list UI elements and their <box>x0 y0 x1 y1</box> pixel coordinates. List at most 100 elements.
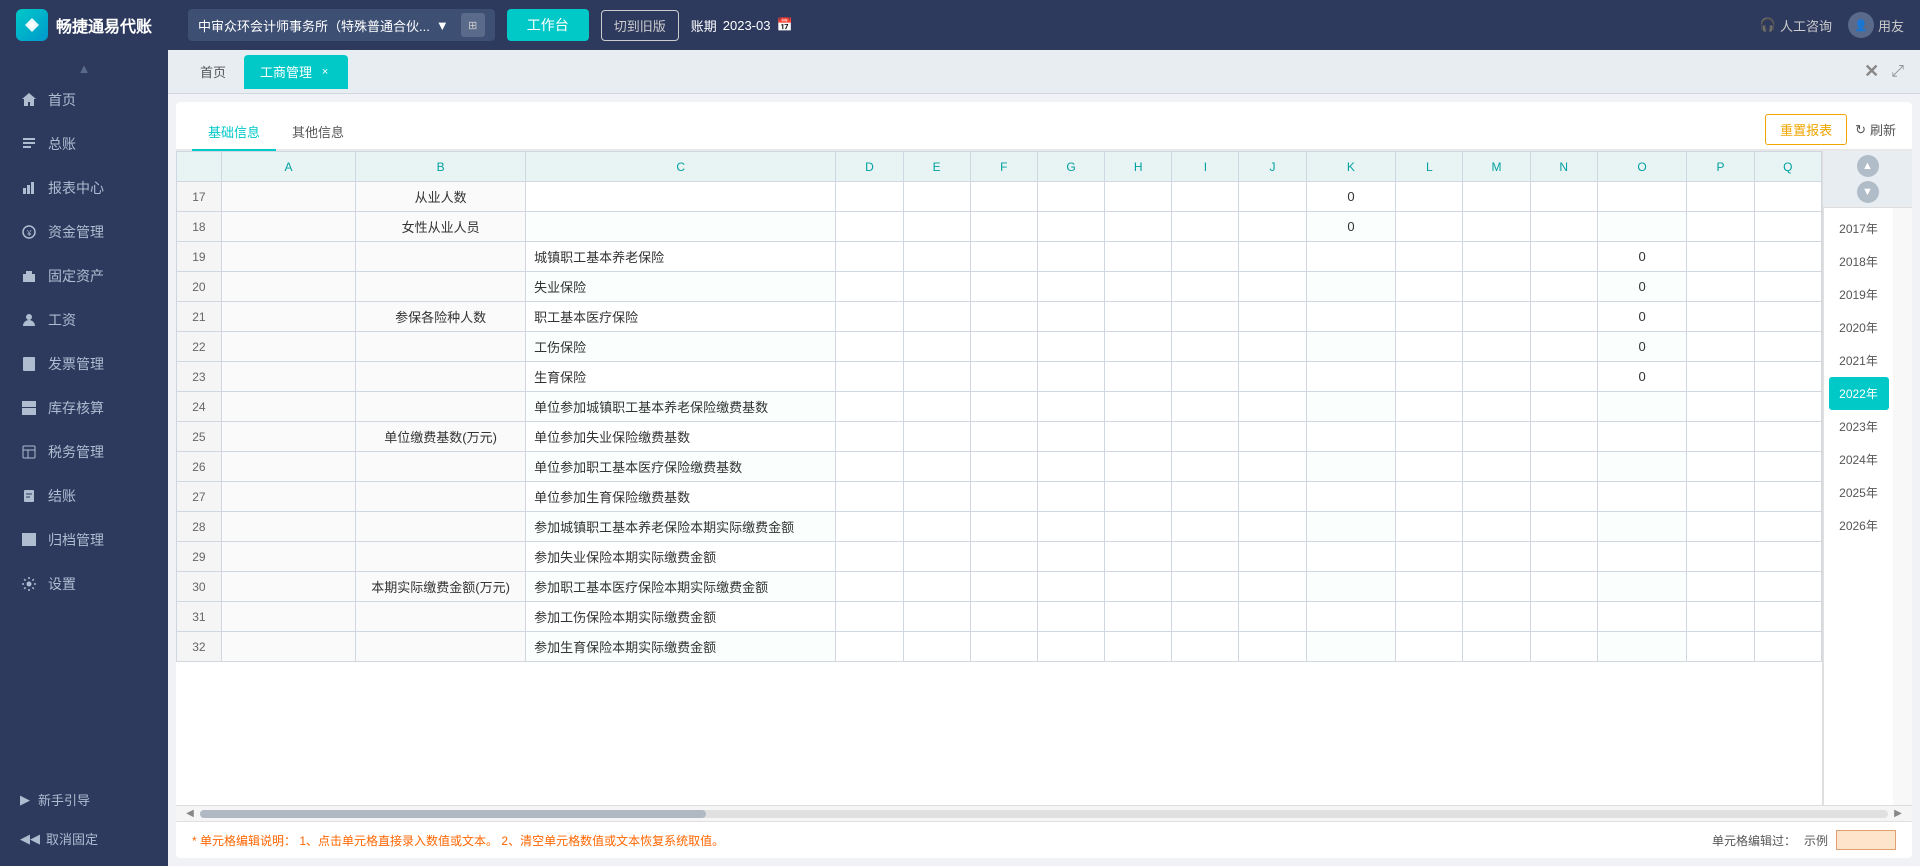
cell-d[interactable] <box>836 632 903 662</box>
cell-g[interactable] <box>1037 512 1104 542</box>
cell-i[interactable] <box>1172 512 1239 542</box>
cell-h[interactable] <box>1105 512 1172 542</box>
cell-m[interactable] <box>1463 302 1530 332</box>
cell-j[interactable] <box>1239 362 1306 392</box>
cell-c[interactable]: 单位参加城镇职工基本养老保险缴费基数 <box>526 392 836 422</box>
cell-l[interactable] <box>1396 542 1463 572</box>
cell-o[interactable]: 0 <box>1597 332 1687 362</box>
cell-p[interactable] <box>1687 452 1754 482</box>
cell-i[interactable] <box>1172 602 1239 632</box>
year-item[interactable]: 2026年 <box>1829 509 1889 542</box>
cell-p[interactable] <box>1687 182 1754 212</box>
cell-q[interactable] <box>1754 632 1821 662</box>
cell-c[interactable]: 单位参加职工基本医疗保险缴费基数 <box>526 452 836 482</box>
cell-h[interactable] <box>1105 542 1172 572</box>
cell-c[interactable] <box>526 182 836 212</box>
cell-a[interactable] <box>221 302 355 332</box>
cell-h[interactable] <box>1105 332 1172 362</box>
cell-e[interactable] <box>903 182 970 212</box>
cell-c[interactable]: 参加生育保险本期实际缴费金额 <box>526 632 836 662</box>
cell-h[interactable] <box>1105 182 1172 212</box>
cell-f[interactable] <box>970 332 1037 362</box>
cell-g[interactable] <box>1037 272 1104 302</box>
cell-n[interactable] <box>1530 182 1597 212</box>
cell-i[interactable] <box>1172 482 1239 512</box>
cell-f[interactable] <box>970 302 1037 332</box>
cell-k[interactable] <box>1306 422 1396 452</box>
cell-n[interactable] <box>1530 272 1597 302</box>
cell-e[interactable] <box>903 302 970 332</box>
cell-g[interactable] <box>1037 482 1104 512</box>
cell-k[interactable] <box>1306 512 1396 542</box>
company-selector[interactable]: 中审众环会计师事务所（特殊普通合伙... ▼ ⊞ <box>188 9 495 41</box>
cell-f[interactable] <box>970 272 1037 302</box>
switch-version-button[interactable]: 切到旧版 <box>601 10 679 41</box>
cell-o[interactable] <box>1597 212 1687 242</box>
cell-i[interactable] <box>1172 302 1239 332</box>
window-close-icon[interactable]: ✕ <box>1864 61 1879 82</box>
year-item[interactable]: 2019年 <box>1829 278 1889 311</box>
year-item[interactable]: 2021年 <box>1829 344 1889 377</box>
cell-a[interactable] <box>221 362 355 392</box>
cell-e[interactable] <box>903 422 970 452</box>
cell-a[interactable] <box>221 182 355 212</box>
service-button[interactable]: 🎧 人工咨询 <box>1760 16 1832 35</box>
cell-q[interactable] <box>1754 362 1821 392</box>
cell-q[interactable] <box>1754 272 1821 302</box>
cell-q[interactable] <box>1754 602 1821 632</box>
cell-o[interactable] <box>1597 482 1687 512</box>
year-item[interactable]: 2024年 <box>1829 443 1889 476</box>
cell-e[interactable] <box>903 272 970 302</box>
cell-b[interactable] <box>356 632 526 662</box>
cell-j[interactable] <box>1239 272 1306 302</box>
cell-f[interactable] <box>970 632 1037 662</box>
year-item[interactable]: 2017年 <box>1829 212 1889 245</box>
cell-p[interactable] <box>1687 362 1754 392</box>
year-item[interactable]: 2022年 <box>1829 377 1889 410</box>
cell-h[interactable] <box>1105 452 1172 482</box>
cell-h[interactable] <box>1105 362 1172 392</box>
cell-b[interactable]: 女性从业人员 <box>356 212 526 242</box>
sidebar-item-reports[interactable]: 报表中心 <box>0 166 168 210</box>
cell-j[interactable] <box>1239 482 1306 512</box>
cell-k[interactable] <box>1306 572 1396 602</box>
cell-l[interactable] <box>1396 272 1463 302</box>
cell-l[interactable] <box>1396 572 1463 602</box>
sidebar-item-ledger[interactable]: 总账 <box>0 122 168 166</box>
sidebar-cancel-fix[interactable]: ◀◀ 取消固定 <box>0 819 168 858</box>
cell-g[interactable] <box>1037 542 1104 572</box>
user-menu[interactable]: 👤 用友 <box>1848 12 1904 38</box>
cell-m[interactable] <box>1463 512 1530 542</box>
sidebar-scroll-up[interactable]: ▲ <box>0 58 168 78</box>
cell-k[interactable] <box>1306 362 1396 392</box>
company-settings-icon[interactable]: ⊞ <box>461 13 485 37</box>
scroll-track[interactable] <box>200 810 1888 818</box>
cell-b[interactable] <box>356 452 526 482</box>
cell-e[interactable] <box>903 452 970 482</box>
cell-b[interactable] <box>356 542 526 572</box>
year-item[interactable]: 2025年 <box>1829 476 1889 509</box>
cell-h[interactable] <box>1105 302 1172 332</box>
cell-d[interactable] <box>836 332 903 362</box>
cell-j[interactable] <box>1239 452 1306 482</box>
cell-l[interactable] <box>1396 362 1463 392</box>
cell-n[interactable] <box>1530 362 1597 392</box>
cell-q[interactable] <box>1754 542 1821 572</box>
cell-i[interactable] <box>1172 422 1239 452</box>
cell-d[interactable] <box>836 542 903 572</box>
cell-g[interactable] <box>1037 602 1104 632</box>
sidebar-item-finance[interactable]: ¥ 资金管理 <box>0 210 168 254</box>
cell-b[interactable] <box>356 332 526 362</box>
cell-m[interactable] <box>1463 362 1530 392</box>
cell-g[interactable] <box>1037 362 1104 392</box>
scroll-right-btn[interactable]: ▶ <box>1888 806 1908 822</box>
cell-o[interactable] <box>1597 632 1687 662</box>
cell-p[interactable] <box>1687 572 1754 602</box>
cell-c[interactable]: 失业保险 <box>526 272 836 302</box>
cell-a[interactable] <box>221 242 355 272</box>
cell-m[interactable] <box>1463 572 1530 602</box>
cell-n[interactable] <box>1530 512 1597 542</box>
tab-home[interactable]: 首页 <box>184 55 242 89</box>
reset-report-button[interactable]: 重置报表 <box>1765 114 1847 145</box>
cell-o[interactable] <box>1597 182 1687 212</box>
